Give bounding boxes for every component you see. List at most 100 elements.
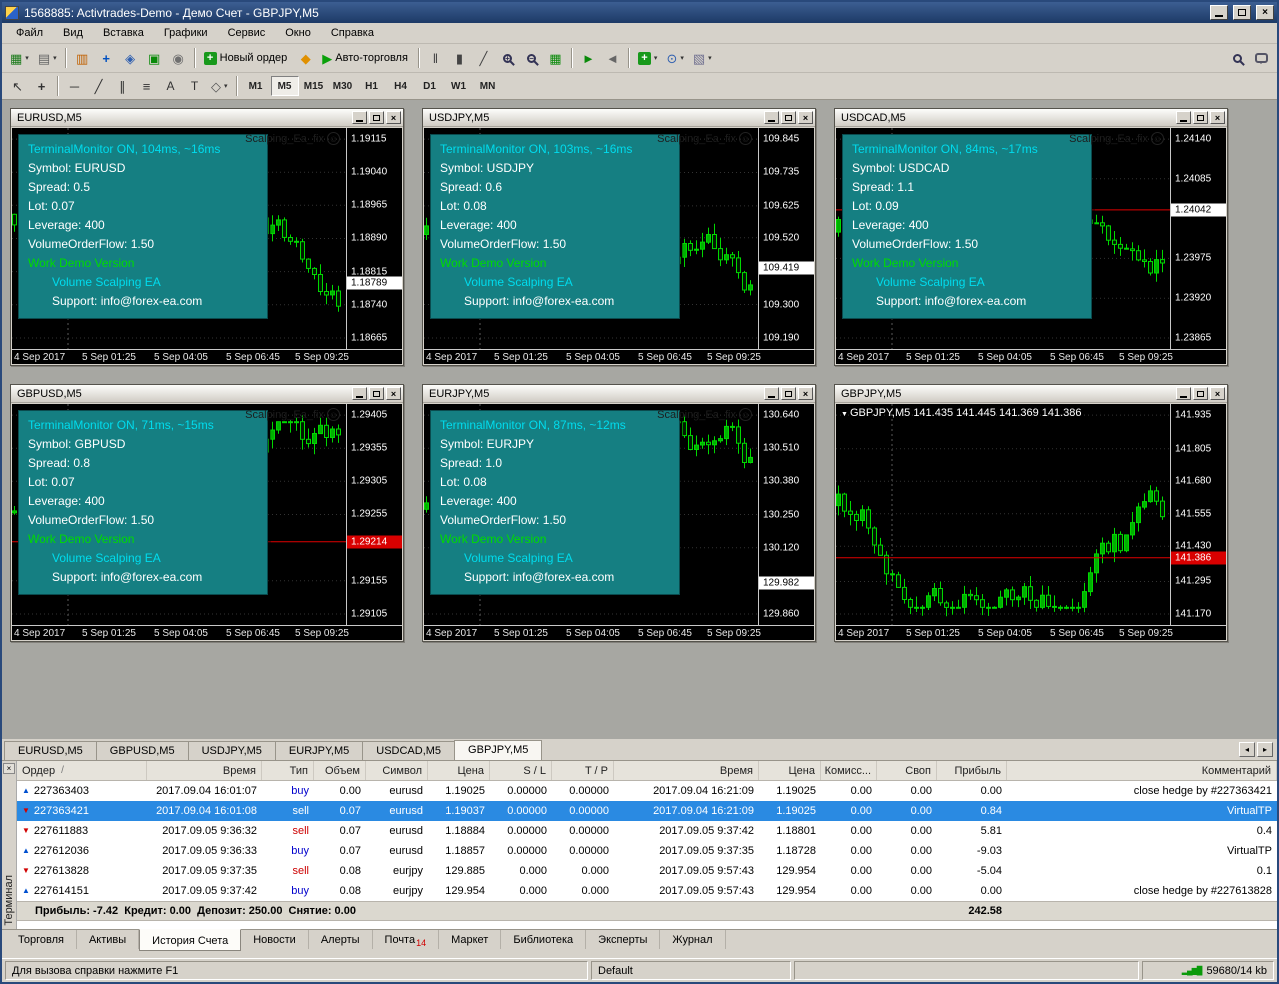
line-chart-button[interactable]: ╱: [472, 47, 495, 69]
close-button[interactable]: ×: [1256, 5, 1274, 20]
chart-plot-area[interactable]: 1.29405 1.29355 1.29305 1.29255 1.29155 1.291…: [12, 404, 402, 640]
channel-button[interactable]: ∥: [111, 75, 134, 97]
restore-button[interactable]: [781, 111, 796, 124]
minimize-button[interactable]: [352, 387, 367, 400]
terminal-tab-3[interactable]: Новости: [241, 930, 309, 949]
terminal-tab-2[interactable]: История Счета: [139, 929, 242, 951]
restore-button[interactable]: [1193, 111, 1208, 124]
menu-item-4[interactable]: Сервис: [218, 24, 276, 42]
terminal-tab-9[interactable]: Журнал: [660, 930, 726, 949]
history-row[interactable]: ▼ 227611883 2017.09.05 9:36:32 sell 0.07 euru…: [17, 821, 1277, 841]
zoom-out-button[interactable]: −: [520, 47, 543, 69]
ea-status-icon[interactable]: ☺: [739, 132, 752, 145]
terminal-tab-8[interactable]: Эксперты: [586, 930, 661, 949]
chart-title-bar[interactable]: GBPJPY,M5 ×: [835, 385, 1227, 403]
chart-tab-usdcad[interactable]: USDCAD,M5: [362, 741, 456, 760]
templates-button[interactable]: ▧ ▾: [689, 47, 716, 69]
chart-plot-area[interactable]: 130.640 130.510 130.380 130.250 130.120 129.8…: [424, 404, 814, 640]
timeframe-D1[interactable]: D1: [416, 76, 444, 96]
menu-item-0[interactable]: Файл: [6, 24, 53, 42]
search-button[interactable]: [1226, 47, 1249, 69]
market-watch-button[interactable]: ▥: [71, 47, 94, 69]
terminal-tab-4[interactable]: Алерты: [309, 930, 373, 949]
restore-button[interactable]: [1193, 387, 1208, 400]
ea-status-icon[interactable]: ☺: [1151, 132, 1164, 145]
auto-scroll-button[interactable]: ►: [577, 47, 600, 69]
restore-button[interactable]: [1233, 5, 1251, 20]
bar-chart-button[interactable]: ‖: [424, 47, 447, 69]
ea-status-icon[interactable]: ☺: [327, 408, 340, 421]
column-header-11[interactable]: Своп: [877, 761, 937, 780]
column-header-9[interactable]: Цена: [759, 761, 821, 780]
auto-trading-button[interactable]: ▶ Авто-торговля: [318, 47, 414, 69]
chart-title-bar[interactable]: USDCAD,M5 ×: [835, 109, 1227, 127]
new-chart-button[interactable]: ▦ ▾: [6, 47, 33, 69]
ea-status-icon[interactable]: ☺: [739, 408, 752, 421]
new-order-button[interactable]: + Новый ордер: [200, 47, 294, 69]
terminal-button[interactable]: ▣: [143, 47, 166, 69]
data-window-button[interactable]: +: [95, 47, 118, 69]
column-header-2[interactable]: Тип: [262, 761, 314, 780]
chat-button[interactable]: [1250, 47, 1273, 69]
ea-status-icon[interactable]: ☺: [327, 132, 340, 145]
chart-tab-gbpjpy[interactable]: GBPJPY,M5: [454, 740, 543, 760]
timeframe-H1[interactable]: H1: [358, 76, 386, 96]
restore-button[interactable]: [781, 387, 796, 400]
close-button[interactable]: ×: [1210, 387, 1225, 400]
terminal-tab-1[interactable]: Активы: [77, 930, 140, 949]
column-header-12[interactable]: Прибыль: [937, 761, 1007, 780]
column-header-8[interactable]: Время: [614, 761, 759, 780]
tile-windows-button[interactable]: ▦: [544, 47, 567, 69]
menu-item-5[interactable]: Окно: [275, 24, 321, 42]
horizontal-line-button[interactable]: ─: [63, 75, 86, 97]
chart-plot-area[interactable]: 1.19115 1.19040 1.18965 1.18890 1.18815 1.187…: [12, 128, 402, 364]
history-row[interactable]: ▲ 227614151 2017.09.05 9:37:42 buy 0.08 eurjp…: [17, 881, 1277, 901]
chart-tab-gbpusd[interactable]: GBPUSD,M5: [95, 741, 189, 760]
restore-button[interactable]: [369, 111, 384, 124]
metaeditor-button[interactable]: ◆: [294, 47, 317, 69]
chart-tab-usdjpy[interactable]: USDJPY,M5: [187, 741, 276, 760]
timeframe-M5[interactable]: M5: [270, 76, 299, 96]
menu-item-1[interactable]: Вид: [53, 24, 93, 42]
menu-item-2[interactable]: Вставка: [93, 24, 154, 42]
collapse-icon[interactable]: ▼: [841, 411, 848, 418]
close-button[interactable]: ×: [798, 387, 813, 400]
column-header-0[interactable]: Ордер /: [17, 761, 147, 780]
history-row[interactable]: ▼ 227363421 2017.09.04 16:01:08 sell 0.07 eur…: [17, 801, 1277, 821]
timeframe-H4[interactable]: H4: [387, 76, 415, 96]
column-header-13[interactable]: Комментарий: [1007, 761, 1277, 780]
minimize-button[interactable]: [1176, 387, 1191, 400]
navigator-button[interactable]: ◈: [119, 47, 142, 69]
shapes-button[interactable]: ◇ ▾: [207, 75, 232, 97]
terminal-tab-0[interactable]: Торговля: [6, 930, 77, 949]
chart-plot-area[interactable]: 109.845 109.735 109.625 109.520 109.300 109.1…: [424, 128, 814, 364]
chart-shift-button[interactable]: ◄: [601, 47, 624, 69]
scroll-left-button[interactable]: ◂: [1239, 742, 1255, 757]
minimize-button[interactable]: [1176, 111, 1191, 124]
close-button[interactable]: ×: [798, 111, 813, 124]
column-header-10[interactable]: Комисс...: [821, 761, 877, 780]
minimize-button[interactable]: [352, 111, 367, 124]
timeframe-M30[interactable]: M30: [329, 76, 357, 96]
close-button[interactable]: ×: [386, 387, 401, 400]
column-header-3[interactable]: Объем: [314, 761, 366, 780]
chart-title-bar[interactable]: GBPUSD,M5 ×: [11, 385, 403, 403]
chart-tab-eurjpy[interactable]: EURJPY,M5: [274, 741, 364, 760]
terminal-close-button[interactable]: ×: [3, 763, 15, 774]
chart-title-bar[interactable]: EURJPY,M5 ×: [423, 385, 815, 403]
timeframe-M15[interactable]: M15: [300, 76, 328, 96]
restore-button[interactable]: [369, 387, 384, 400]
history-row[interactable]: ▲ 227612036 2017.09.05 9:36:33 buy 0.07 eurus…: [17, 841, 1277, 861]
window-titlebar[interactable]: 1568885: Activtrades-Demo - Демо Счет - …: [2, 2, 1277, 23]
column-header-1[interactable]: Время: [147, 761, 262, 780]
column-header-7[interactable]: T / P: [552, 761, 614, 780]
strategy-tester-button[interactable]: ◉: [167, 47, 190, 69]
fibonacci-button[interactable]: ≡: [135, 75, 158, 97]
profiles-button[interactable]: ▤ ▾: [34, 47, 61, 69]
menu-item-3[interactable]: Графики: [154, 24, 218, 42]
terminal-tab-7[interactable]: Библиотека: [501, 930, 587, 949]
history-row[interactable]: ▲ 227363403 2017.09.04 16:01:07 buy 0.00 euru…: [17, 781, 1277, 801]
history-row[interactable]: ▼ 227613828 2017.09.05 9:37:35 sell 0.08 eurj…: [17, 861, 1277, 881]
trendline-button[interactable]: ╱: [87, 75, 110, 97]
crosshair-button[interactable]: +: [30, 75, 53, 97]
